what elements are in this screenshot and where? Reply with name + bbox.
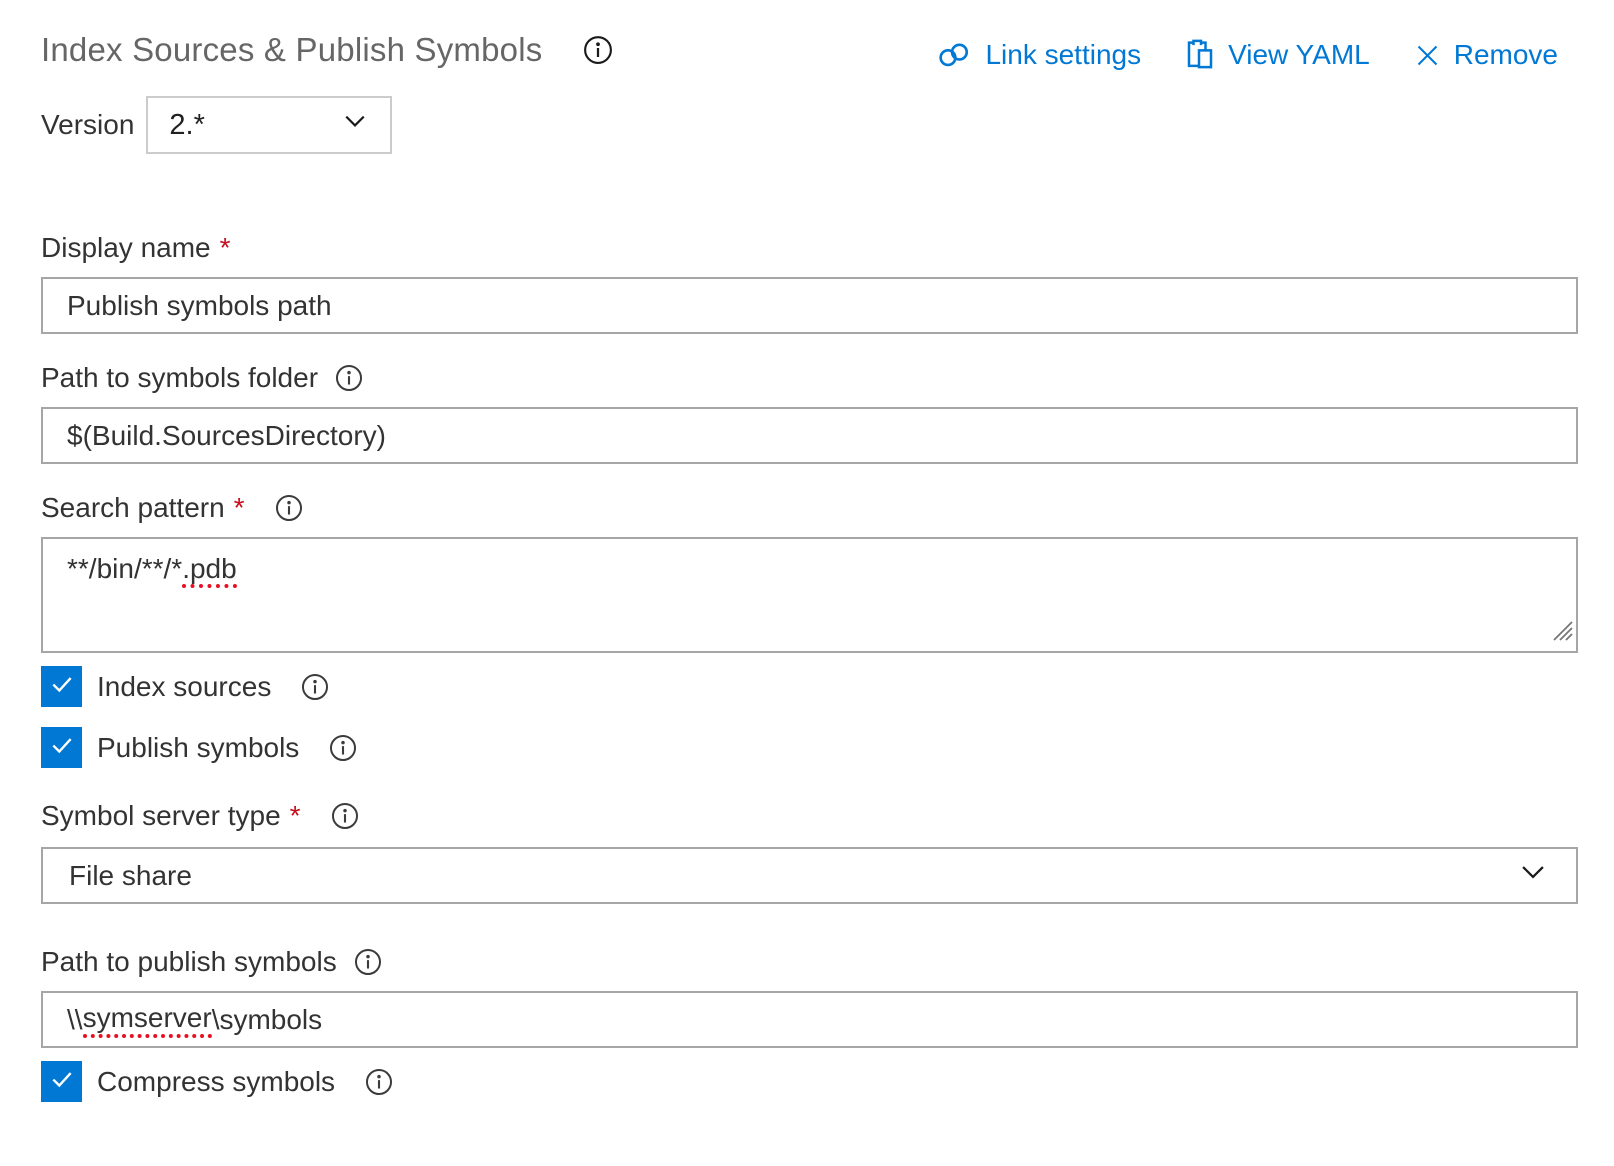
checkmark-icon xyxy=(49,1066,75,1097)
symbol-server-type-label: Symbol server type xyxy=(41,802,281,830)
misspelled-text: symserver xyxy=(83,1002,212,1038)
link-icon xyxy=(936,40,972,70)
info-icon[interactable] xyxy=(275,494,303,522)
required-marker: * xyxy=(220,234,231,262)
search-pattern-label: Search pattern xyxy=(41,494,225,522)
resize-grip-icon[interactable] xyxy=(1551,616,1573,648)
publish-path-field: Path to publish symbols \\symserver\symb… xyxy=(41,948,1578,1048)
index-sources-label: Index sources xyxy=(97,671,271,703)
info-icon[interactable] xyxy=(354,948,382,976)
required-marker: * xyxy=(234,494,245,522)
compress-symbols-row: Compress symbols xyxy=(41,1061,1578,1102)
symbol-server-type-field: Symbol server type * File share xyxy=(41,802,1578,904)
display-name-label: Display name xyxy=(41,234,211,262)
clipboard-icon xyxy=(1185,38,1215,72)
header-actions: Link settings View YAML xyxy=(936,38,1558,72)
info-icon[interactable] xyxy=(329,734,357,762)
info-icon[interactable] xyxy=(365,1068,393,1096)
version-value: 2.* xyxy=(169,109,204,142)
symbols-folder-label: Path to symbols folder xyxy=(41,364,318,392)
symbols-folder-input[interactable] xyxy=(41,407,1578,464)
publish-path-label: Path to publish symbols xyxy=(41,948,337,976)
index-sources-row: Index sources xyxy=(41,666,1578,707)
info-icon[interactable] xyxy=(331,802,359,830)
link-settings-button[interactable]: Link settings xyxy=(936,38,1141,72)
compress-symbols-checkbox[interactable] xyxy=(41,1061,82,1102)
search-pattern-textarea[interactable]: **/bin/**/*.pdb xyxy=(41,537,1578,653)
display-name-field: Display name * xyxy=(41,234,1578,334)
symbols-folder-field: Path to symbols folder xyxy=(41,364,1578,464)
task-config-panel: Index Sources & Publish Symbols Link set… xyxy=(0,0,1614,1102)
page-title: Index Sources & Publish Symbols xyxy=(41,30,542,70)
chevron-down-icon xyxy=(340,106,370,144)
header: Index Sources & Publish Symbols Link set… xyxy=(41,30,1578,72)
search-pattern-field: Search pattern * **/bin/**/*.pdb xyxy=(41,494,1578,653)
chevron-down-icon xyxy=(1516,855,1550,896)
display-name-input[interactable] xyxy=(41,277,1578,334)
info-icon[interactable] xyxy=(301,673,329,701)
version-label: Version xyxy=(41,109,134,141)
close-icon xyxy=(1414,42,1441,69)
checkmark-icon xyxy=(49,732,75,763)
checkmark-icon xyxy=(49,671,75,702)
symbol-server-type-value: File share xyxy=(69,860,192,892)
version-row: Version 2.* xyxy=(41,96,1578,154)
publish-symbols-row: Publish symbols xyxy=(41,727,1578,768)
task-info-icon[interactable] xyxy=(583,35,613,65)
publish-path-input[interactable]: \\symserver\symbols xyxy=(41,991,1578,1048)
misspelled-text: .pdb xyxy=(182,553,237,588)
required-marker: * xyxy=(290,802,301,830)
publish-symbols-checkbox[interactable] xyxy=(41,727,82,768)
version-dropdown[interactable]: 2.* xyxy=(146,96,392,154)
compress-symbols-label: Compress symbols xyxy=(97,1066,335,1098)
view-yaml-button[interactable]: View YAML xyxy=(1185,38,1370,72)
remove-button[interactable]: Remove xyxy=(1414,38,1558,72)
info-icon[interactable] xyxy=(335,364,363,392)
symbol-server-type-dropdown[interactable]: File share xyxy=(41,847,1578,904)
publish-symbols-label: Publish symbols xyxy=(97,732,299,764)
index-sources-checkbox[interactable] xyxy=(41,666,82,707)
